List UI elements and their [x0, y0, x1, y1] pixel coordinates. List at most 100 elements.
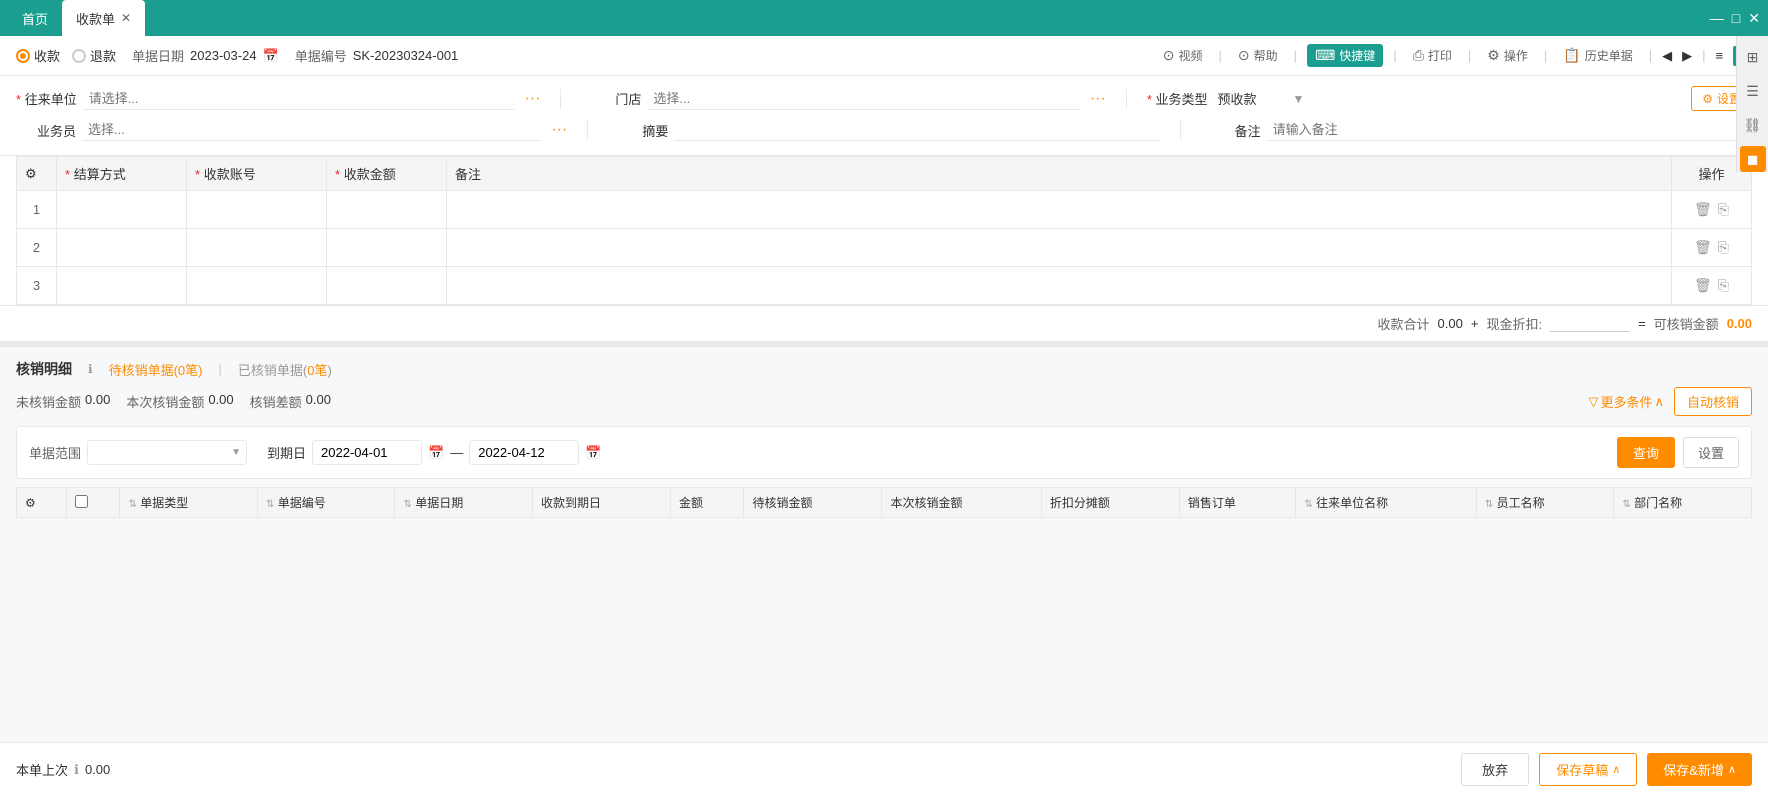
copy-icon-3[interactable]: ⎘	[1718, 277, 1729, 294]
amount-2[interactable]	[327, 229, 447, 267]
row-num-2: 2	[17, 229, 57, 267]
business-type-dropdown[interactable]: ▼	[1293, 92, 1305, 106]
settlement-1[interactable]	[57, 191, 187, 229]
remark-label: 备注	[1201, 121, 1261, 140]
prev-icon[interactable]: ◀	[1662, 48, 1672, 64]
date-to-input[interactable]	[469, 440, 579, 465]
save-draft-chevron-icon: ∧	[1612, 763, 1620, 776]
help-btn[interactable]: ⊙ 帮助	[1232, 45, 1284, 66]
radio-refund[interactable]: 退款	[72, 46, 116, 65]
bill-type-header: ⇅ 单据类型	[120, 488, 258, 518]
footer-left: 本单上次 ℹ 0.00	[16, 760, 110, 779]
amount-3[interactable]	[327, 267, 447, 305]
tab-home[interactable]: 首页	[8, 0, 62, 36]
filter-settings-btn[interactable]: 设置	[1683, 437, 1739, 468]
minimize-btn[interactable]: —	[1710, 10, 1724, 26]
select-all-checkbox[interactable]	[75, 495, 88, 508]
summary-input[interactable]	[674, 119, 1159, 141]
more-filter-btn[interactable]: ▽ 更多条件 ∧	[1588, 392, 1664, 411]
pending-count: 0笔	[178, 363, 198, 378]
settlement-2[interactable]	[57, 229, 187, 267]
calendar-icon[interactable]: 📅	[263, 48, 279, 64]
radio-receipt[interactable]: 收款	[16, 46, 60, 65]
auto-writeoff-btn[interactable]: 自动核销	[1674, 387, 1752, 416]
account-2[interactable]	[187, 229, 327, 267]
video-btn[interactable]: ⊙ 视频	[1157, 45, 1209, 66]
range-label: 单据范围	[29, 443, 81, 462]
print-btn[interactable]: ⎙ 打印	[1407, 45, 1458, 66]
account-1[interactable]	[187, 191, 327, 229]
discount-header: 折扣分摊额	[1041, 488, 1179, 518]
sort-icon[interactable]: ⇅	[403, 499, 411, 510]
sort-icon[interactable]: ⇅	[266, 499, 274, 510]
tab-close-icon[interactable]: ✕	[121, 11, 131, 25]
query-btn[interactable]: 查询	[1617, 437, 1675, 468]
date-separator: —	[450, 445, 463, 460]
shortcut-btn[interactable]: ⌨ 快捷键	[1307, 44, 1383, 67]
tab-receipt[interactable]: 收款单 ✕	[62, 0, 145, 36]
close-btn[interactable]: ✕	[1748, 10, 1760, 27]
sort-icon[interactable]: ⇅	[1485, 499, 1493, 510]
sidebar-active-icon[interactable]: ◼	[1740, 146, 1766, 172]
done-tab[interactable]: 已核销单据(0笔)	[238, 360, 332, 379]
sidebar-table-icon[interactable]: ⊞	[1740, 44, 1766, 70]
copy-icon-2[interactable]: ⎘	[1718, 239, 1729, 256]
partner-more-btn[interactable]: ···	[524, 90, 540, 108]
footer-info-icon[interactable]: ℹ	[74, 762, 79, 778]
form-row-1: * 往来单位 ··· 门店 ··· * 业务类型 预收款 ▼	[16, 86, 1752, 111]
footer-right: 放弃 保存草稿 ∧ 保存&新增 ∧	[1461, 753, 1752, 786]
writeoff-info-icon[interactable]: ℹ	[88, 362, 93, 376]
bottom-gear-header[interactable]: ⚙	[17, 488, 67, 518]
range-select[interactable]	[87, 440, 247, 465]
row-num-1: 1	[17, 191, 57, 229]
sort-icon[interactable]: ⇅	[1304, 499, 1312, 510]
settlement-3[interactable]	[57, 267, 187, 305]
next-icon[interactable]: ▶	[1682, 48, 1692, 64]
sales-order-header: 销售订单	[1179, 488, 1295, 518]
sort-icon[interactable]: ⇅	[1622, 499, 1630, 510]
table-gear-header[interactable]: ⚙	[17, 157, 57, 191]
delete-icon-1[interactable]: 🗑	[1694, 201, 1712, 218]
receipt-table: ⚙ * 结算方式 * 收款账号 * 收款金额 备注 操作	[16, 156, 1752, 305]
remark-3[interactable]	[447, 267, 1672, 305]
sidebar-attachment-icon[interactable]: ⛓	[1740, 112, 1766, 138]
tab-receipt-label: 收款单	[76, 9, 115, 28]
delete-icon-3[interactable]: 🗑	[1694, 277, 1712, 294]
remark-1[interactable]	[447, 191, 1672, 229]
operate-btn[interactable]: ⚙ 操作	[1481, 45, 1534, 66]
this-upper-label: 本单上次	[16, 760, 68, 779]
staff-label: 业务员	[16, 121, 76, 140]
remark-2[interactable]	[447, 229, 1672, 267]
discount-input[interactable]	[1550, 316, 1630, 332]
partner-input[interactable]	[83, 88, 515, 110]
current-amount-header: 本次核销金额	[882, 488, 1041, 518]
account-3[interactable]	[187, 267, 327, 305]
settings-gear-icon: ⚙	[1702, 92, 1713, 106]
due-date-label: 到期日	[267, 443, 306, 462]
date-from-input[interactable]	[312, 440, 422, 465]
bottom-checkbox-header[interactable]	[66, 488, 120, 518]
store-more-btn[interactable]: ···	[1090, 90, 1106, 108]
store-input[interactable]	[647, 88, 1079, 110]
staff-more-btn[interactable]: ···	[551, 121, 567, 139]
save-new-btn[interactable]: 保存&新增 ∧	[1647, 753, 1752, 786]
shortcut-label: 快捷键	[1339, 47, 1375, 64]
staff-input[interactable]	[82, 119, 541, 141]
abandon-btn[interactable]: 放弃	[1461, 753, 1529, 786]
delete-icon-2[interactable]: 🗑	[1694, 239, 1712, 256]
date-to-calendar-icon[interactable]: 📅	[585, 445, 601, 461]
sidebar-list-icon[interactable]: ☰	[1740, 78, 1766, 104]
copy-icon-1[interactable]: ⎘	[1718, 201, 1729, 218]
date-from-calendar-icon[interactable]: 📅	[428, 445, 444, 461]
save-draft-btn[interactable]: 保存草稿 ∧	[1539, 753, 1637, 786]
pending-tab[interactable]: 待核销单据(0笔)	[109, 360, 203, 379]
this-upper-value: 0.00	[85, 762, 110, 777]
bottom-table-section[interactable]: ⚙ ⇅ 单据类型 ⇅ 单据编号 ⇅ 单据日期	[16, 487, 1752, 742]
list-view-icon[interactable]: ≡	[1716, 48, 1724, 63]
receipt-table-section: ⚙ * 结算方式 * 收款账号 * 收款金额 备注 操作	[0, 156, 1768, 305]
amount-1[interactable]	[327, 191, 447, 229]
remark-input[interactable]	[1267, 119, 1752, 141]
history-btn[interactable]: 📋 历史单据	[1557, 45, 1638, 66]
sort-icon[interactable]: ⇅	[128, 499, 136, 510]
maximize-btn[interactable]: □	[1732, 10, 1740, 26]
